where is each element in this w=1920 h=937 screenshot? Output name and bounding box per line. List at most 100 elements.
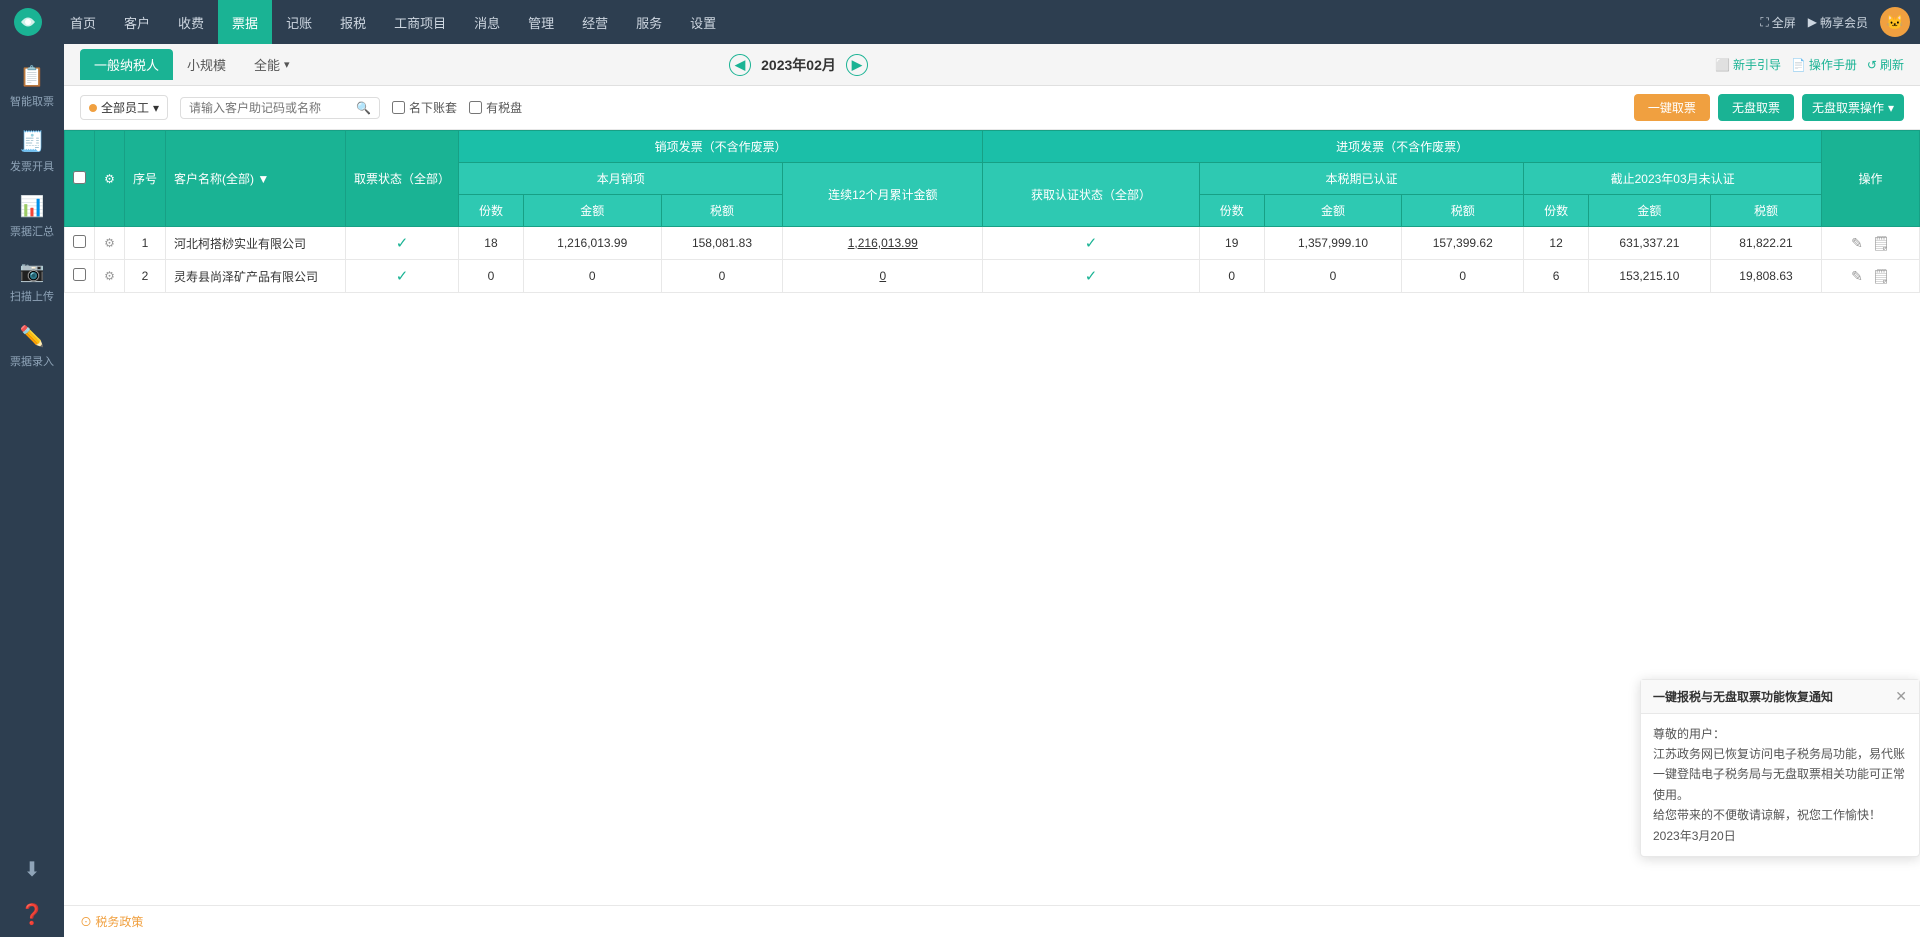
no-disk-more-btn[interactable]: 无盘取票操作 ▾ bbox=[1802, 94, 1904, 121]
header-cert-amount: 金额 bbox=[1264, 195, 1402, 227]
sidebar-item-invoice-open[interactable]: 🧾 发票开具 bbox=[0, 119, 64, 184]
notification-title: 一键报税与无盘取票功能恢复通知 bbox=[1653, 688, 1833, 705]
row-num: 2 bbox=[125, 260, 166, 293]
employee-dot bbox=[89, 104, 97, 112]
fullscreen-btn[interactable]: ⛶ 全屏 bbox=[1760, 14, 1795, 31]
employee-filter[interactable]: 全部员工 ▾ bbox=[80, 95, 168, 120]
row-uncert-count: 6 bbox=[1524, 260, 1589, 293]
period-next-btn[interactable]: ▶ bbox=[846, 54, 868, 76]
header-customer-col[interactable]: 客户名称(全部) ▼ bbox=[166, 131, 346, 227]
row-sales-count: 0 bbox=[459, 260, 524, 293]
employee-chevron-icon: ▾ bbox=[153, 101, 159, 115]
period-prev-btn[interactable]: ◀ bbox=[729, 54, 751, 76]
refresh-btn[interactable]: ↺ 刷新 bbox=[1867, 56, 1904, 73]
sidebar-item-label: 发票开具 bbox=[10, 158, 54, 174]
notification-close-btn[interactable]: ✕ bbox=[1895, 688, 1907, 705]
one-click-ticket-btn[interactable]: 一键取票 bbox=[1634, 94, 1710, 121]
row-checkbox[interactable] bbox=[65, 260, 95, 293]
row-cumulative[interactable]: 0 bbox=[783, 260, 983, 293]
tab-general-taxpayer[interactable]: 一般纳税人 bbox=[80, 49, 173, 80]
header-num-col: 序号 bbox=[125, 131, 166, 227]
nav-bookkeeping[interactable]: 记账 bbox=[272, 0, 326, 44]
row-cert-tax: 0 bbox=[1402, 260, 1524, 293]
bottom-bar: ⊙ 税务政策 bbox=[64, 905, 1920, 937]
nav-customer[interactable]: 客户 bbox=[110, 0, 164, 44]
header-action-col: 操作 bbox=[1822, 131, 1920, 227]
row-checkbox[interactable] bbox=[65, 227, 95, 260]
logo bbox=[10, 4, 46, 40]
nav-home[interactable]: 首页 bbox=[56, 0, 110, 44]
header-take-status-col[interactable]: 取票状态（全部） bbox=[346, 131, 459, 227]
row-actions: ✎ 🗒 bbox=[1822, 227, 1920, 260]
header-uncertified: 截止2023年03月未认证 bbox=[1524, 163, 1822, 195]
nav-invoice[interactable]: 票据 bbox=[218, 0, 272, 44]
tab-small-scale[interactable]: 小规模 bbox=[173, 49, 240, 80]
row-customer-name: 河北柯搭桫实业有限公司 bbox=[166, 227, 346, 260]
tab-all[interactable]: 全能 ▾ bbox=[240, 49, 304, 80]
row-cumulative[interactable]: 1,216,013.99 bbox=[783, 227, 983, 260]
header-cert-status[interactable]: 获取认证状态（全部） bbox=[983, 163, 1200, 227]
invoice-entry-icon: ✏️ bbox=[20, 324, 45, 349]
select-all-checkbox[interactable] bbox=[73, 171, 86, 184]
header-certified-period: 本税期已认证 bbox=[1199, 163, 1523, 195]
sidebar-item-label: 智能取票 bbox=[10, 93, 54, 109]
sidebar-item-smart-ticket[interactable]: 📋 智能取票 bbox=[0, 54, 64, 119]
main-layout: 📋 智能取票 🧾 发票开具 📊 票据汇总 📷 扫描上传 ✏️ 票据录入 ⬇ ❓ bbox=[0, 44, 1920, 937]
row-cert-amount: 0 bbox=[1264, 260, 1402, 293]
nav-operation[interactable]: 经营 bbox=[568, 0, 622, 44]
nav-fee[interactable]: 收费 bbox=[164, 0, 218, 44]
nav-right: ⛶ 全屏 ▶ 畅享会员 🐱 bbox=[1760, 7, 1910, 37]
row-uncert-amount: 153,215.10 bbox=[1589, 260, 1711, 293]
sidebar-item-help[interactable]: ❓ bbox=[0, 892, 64, 937]
nav-items: 首页 客户 收费 票据 记账 报税 工商项目 消息 管理 经营 服务 设置 bbox=[56, 0, 1760, 44]
table-body: ⚙ 1 河北柯搭桫实业有限公司 ✓ 18 1,216,013.99 158,08… bbox=[65, 227, 1920, 293]
row-gear[interactable]: ⚙ bbox=[95, 227, 125, 260]
row-cert-count: 0 bbox=[1199, 260, 1264, 293]
top-nav: 首页 客户 收费 票据 记账 报税 工商项目 消息 管理 经营 服务 设置 ⛶ … bbox=[0, 0, 1920, 44]
sidebar-item-invoice-summary[interactable]: 📊 票据汇总 bbox=[0, 184, 64, 249]
detail-icon[interactable]: 🗒 bbox=[1872, 235, 1890, 251]
sidebar-item-label: 扫描上传 bbox=[10, 288, 54, 304]
dropdown-chevron-icon: ▾ bbox=[1888, 101, 1894, 115]
employee-label: 全部员工 bbox=[101, 99, 149, 116]
has-tax-disk-checkbox[interactable]: 有税盘 bbox=[469, 99, 522, 116]
customer-search-input[interactable] bbox=[189, 101, 356, 115]
sidebar-item-scan-upload[interactable]: 📷 扫描上传 bbox=[0, 249, 64, 314]
row-gear[interactable]: ⚙ bbox=[95, 260, 125, 293]
detail-icon[interactable]: 🗒 bbox=[1872, 268, 1890, 284]
manual-btn[interactable]: 📄 操作手册 bbox=[1791, 56, 1857, 73]
my-accounts-checkbox[interactable]: 名下账套 bbox=[392, 99, 457, 116]
nav-tax[interactable]: 报税 bbox=[326, 0, 380, 44]
edit-icon[interactable]: ✎ bbox=[1851, 268, 1863, 284]
row-take-status: ✓ bbox=[346, 260, 459, 293]
main-table: ⚙ 序号 客户名称(全部) ▼ 取票状态（全部） 销项发票（不含作废票） 进项发… bbox=[64, 130, 1920, 293]
row-sales-count: 18 bbox=[459, 227, 524, 260]
header-this-month: 本月销项 bbox=[459, 163, 783, 195]
nav-settings[interactable]: 设置 bbox=[676, 0, 730, 44]
header-cert-count: 份数 bbox=[1199, 195, 1264, 227]
header-sales-amount: 金额 bbox=[523, 195, 661, 227]
filter-right-actions: 一键取票 无盘取票 无盘取票操作 ▾ bbox=[1634, 94, 1904, 121]
no-disk-ticket-btn[interactable]: 无盘取票 bbox=[1718, 94, 1794, 121]
download-icon: ⬇ bbox=[24, 857, 41, 882]
sidebar-item-invoice-entry[interactable]: ✏️ 票据录入 bbox=[0, 314, 64, 379]
vip-btn[interactable]: ▶ 畅享会员 bbox=[1808, 14, 1868, 31]
nav-message[interactable]: 消息 bbox=[460, 0, 514, 44]
avatar[interactable]: 🐱 bbox=[1880, 7, 1910, 37]
header-cert-tax: 税额 bbox=[1402, 195, 1524, 227]
tax-policy-link[interactable]: ⊙ 税务政策 bbox=[80, 913, 143, 930]
tabs-row: 一般纳税人 小规模 全能 ▾ ◀ 2023年02月 ▶ ⬜ 新手引导 📄 操作手… bbox=[64, 44, 1920, 86]
nav-business[interactable]: 工商项目 bbox=[380, 0, 460, 44]
header-checkbox-col bbox=[65, 131, 95, 227]
edit-icon[interactable]: ✎ bbox=[1851, 235, 1863, 251]
customer-search[interactable]: 🔍 bbox=[180, 97, 380, 119]
row-cert-status: ✓ bbox=[983, 260, 1200, 293]
header-purchase-group: 进项发票（不含作废票） bbox=[983, 131, 1822, 163]
period-nav: ◀ 2023年02月 ▶ bbox=[729, 54, 868, 76]
header-sales-group: 销项发票（不含作废票） bbox=[459, 131, 983, 163]
sidebar-item-download[interactable]: ⬇ bbox=[0, 847, 64, 892]
nav-manage[interactable]: 管理 bbox=[514, 0, 568, 44]
nav-service[interactable]: 服务 bbox=[622, 0, 676, 44]
filter-row: 全部员工 ▾ 🔍 名下账套 有税盘 一键取票 无盘取票 无盘取票操作 ▾ bbox=[64, 86, 1920, 130]
new-guide-btn[interactable]: ⬜ 新手引导 bbox=[1715, 56, 1781, 73]
